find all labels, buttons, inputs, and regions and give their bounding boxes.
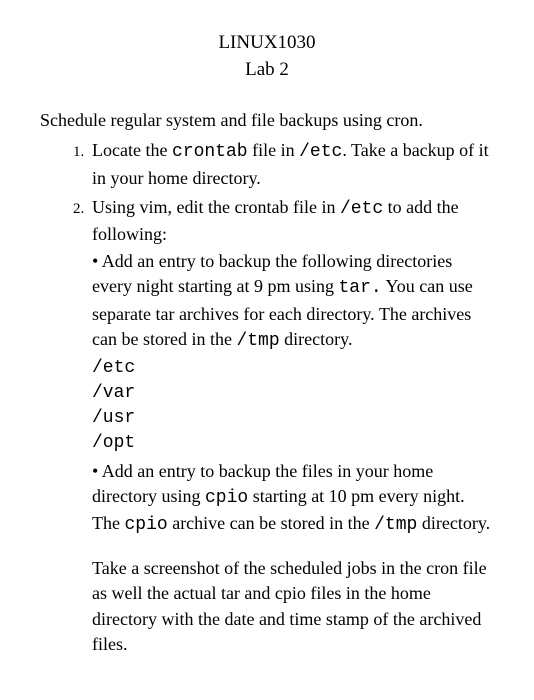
bullet-1-post: directory. [280, 329, 353, 349]
step-1-code-crontab: crontab [172, 142, 248, 162]
bullet-2-code-cpio2: cpio [124, 515, 167, 535]
bullet-2-code-cpio1: cpio [205, 488, 248, 508]
step-2-code-etc: /etc [340, 199, 383, 219]
step-2: Using vim, edit the crontab file in /etc… [88, 195, 494, 538]
bullet-2-post: directory. [417, 513, 490, 533]
intro-text: Schedule regular system and file backups… [40, 108, 494, 133]
step-2-content: • Add an entry to backup the following d… [92, 249, 494, 538]
dir-etc: /etc [92, 356, 494, 381]
step-1-pre: Locate the [92, 140, 172, 160]
bullet-2: • Add an entry to backup the files in yo… [92, 459, 494, 539]
bullet-2-mid2: archive can be stored in the [168, 513, 374, 533]
step-1-mid: file in [248, 140, 300, 160]
step-1: Locate the crontab file in /etc. Take a … [88, 138, 494, 190]
document-header: LINUX1030 Lab 2 [40, 30, 494, 83]
dir-var: /var [92, 381, 494, 406]
bullet-1: • Add an entry to backup the following d… [92, 249, 494, 354]
directory-list: /etc /var /usr /opt [92, 356, 494, 457]
step-1-code-etc: /etc [299, 142, 342, 162]
closing-instruction: Take a screenshot of the scheduled jobs … [92, 556, 494, 657]
dir-usr: /usr [92, 406, 494, 431]
steps-list: Locate the crontab file in /etc. Take a … [40, 138, 494, 538]
bullet-1-code-tmp: /tmp [236, 331, 279, 351]
dir-opt: /opt [92, 431, 494, 456]
step-2-pre: Using vim, edit the crontab file in [92, 197, 340, 217]
lab-number: Lab 2 [40, 57, 494, 84]
bullet-1-code-tar: tar. [338, 278, 381, 298]
course-code: LINUX1030 [40, 30, 494, 57]
bullet-2-code-tmp: /tmp [374, 515, 417, 535]
